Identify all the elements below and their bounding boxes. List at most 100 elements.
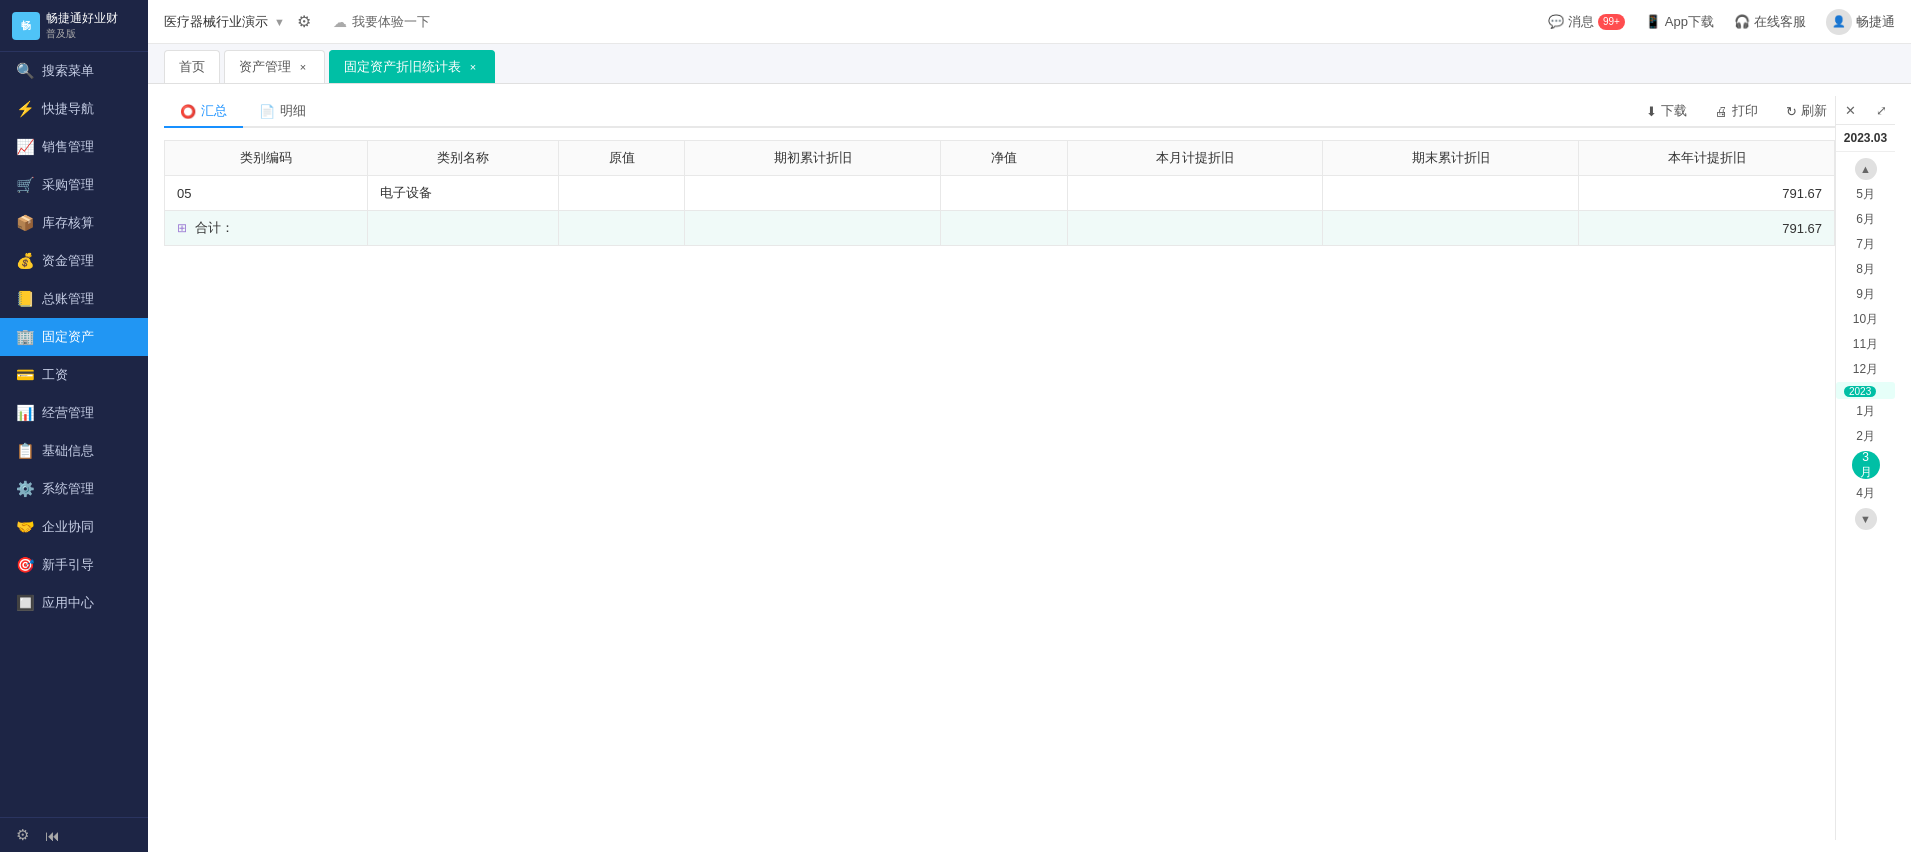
sidebar-item-operations[interactable]: 📊 经营管理 xyxy=(0,394,148,432)
guide-icon: 🎯 xyxy=(16,556,34,574)
month-7[interactable]: 7月 xyxy=(1836,232,1895,257)
subtotal-original xyxy=(558,211,685,246)
close-asset-mgmt-tab[interactable]: × xyxy=(296,60,310,74)
col-name: 类别名称 xyxy=(367,141,558,176)
month-2023-3[interactable]: 3月 xyxy=(1852,451,1880,479)
sidebar-item-salary[interactable]: 💳 工资 xyxy=(0,356,148,394)
month-10[interactable]: 10月 xyxy=(1836,307,1895,332)
collapse-icon[interactable]: ⏮ xyxy=(45,827,60,844)
sub-tab-detail[interactable]: 📄 明细 xyxy=(243,96,322,128)
messages-icon: 💬 xyxy=(1548,14,1564,29)
month-11[interactable]: 11月 xyxy=(1836,332,1895,357)
col-accum-depreciation: 期初累计折旧 xyxy=(685,141,941,176)
tab-depreciation[interactable]: 固定资产折旧统计表 × xyxy=(329,50,495,83)
app-logo-text: 畅捷通好业财 普及版 xyxy=(46,10,118,41)
download-button[interactable]: ⬇ 下载 xyxy=(1638,96,1695,126)
sidebar-item-fixed-assets[interactable]: 🏢 固定资产 xyxy=(0,318,148,356)
row-period-end-accum xyxy=(1323,176,1579,211)
sidebar-menu: 🔍 搜索菜单 ⚡ 快捷导航 📈 销售管理 🛒 采购管理 📦 库存核算 💰 资金管… xyxy=(0,52,148,817)
scroll-down-btn[interactable]: ▼ xyxy=(1855,508,1877,530)
user-profile[interactable]: 👤 畅捷通 xyxy=(1826,9,1895,35)
sidebar-item-system[interactable]: ⚙️ 系统管理 xyxy=(0,470,148,508)
row-code: 05 xyxy=(165,176,368,211)
col-original: 原值 xyxy=(558,141,685,176)
refresh-icon: ↻ xyxy=(1786,104,1797,119)
sidebar-item-guide[interactable]: 🎯 新手引导 xyxy=(0,546,148,584)
sidebar: 畅 畅捷通好业财 普及版 🔍 搜索菜单 ⚡ 快捷导航 📈 销售管理 🛒 采购管理… xyxy=(0,0,148,852)
sidebar-item-inventory[interactable]: 📦 库存核算 xyxy=(0,204,148,242)
sales-icon: 📈 xyxy=(16,138,34,156)
sidebar-item-purchase[interactable]: 🛒 采购管理 xyxy=(0,166,148,204)
month-2023-1[interactable]: 1月 xyxy=(1836,399,1895,424)
col-net-value: 净值 xyxy=(941,141,1068,176)
tab-home[interactable]: 首页 xyxy=(164,50,220,83)
avatar: 👤 xyxy=(1826,9,1852,35)
month-2023-2[interactable]: 2月 xyxy=(1836,424,1895,449)
sidebar-item-sales[interactable]: 📈 销售管理 xyxy=(0,128,148,166)
table-toolbar: ⬇ 下载 🖨 打印 ↻ 刷新 xyxy=(1638,96,1835,126)
app-logo-icon: 畅 xyxy=(12,12,40,40)
main-area: 医疗器械行业演示 ▼ ⚙ ☁ 我要体验一下 💬 消息 99+ 📱 App下载 🎧… xyxy=(148,0,1911,852)
company-selector[interactable]: 医疗器械行业演示 ▼ xyxy=(164,13,285,31)
experience-icon: ☁ xyxy=(333,14,347,30)
sidebar-item-ledger[interactable]: 📒 总账管理 xyxy=(0,280,148,318)
print-button[interactable]: 🖨 打印 xyxy=(1707,96,1766,126)
date-panel-expand[interactable]: ⤢ xyxy=(1871,100,1891,120)
summary-icon: ⭕ xyxy=(180,104,196,119)
subtotal-row: ⊞ 合计： 791.67 xyxy=(165,211,1835,246)
experience-button[interactable]: ☁ 我要体验一下 xyxy=(323,9,440,35)
date-list: ▲ 5月 6月 7月 8月 9月 10月 11月 12月 2023 1月 2月 … xyxy=(1836,152,1895,840)
month-12[interactable]: 12月 xyxy=(1836,357,1895,382)
month-5[interactable]: 5月 xyxy=(1836,182,1895,207)
company-dropdown-icon: ▼ xyxy=(274,16,285,28)
detail-icon: 📄 xyxy=(259,104,275,119)
row-name: 电子设备 xyxy=(367,176,558,211)
download-icon: ⬇ xyxy=(1646,104,1657,119)
sidebar-item-cooperation[interactable]: 🤝 企业协同 xyxy=(0,508,148,546)
messages-button[interactable]: 💬 消息 99+ xyxy=(1548,13,1625,31)
month-2023-4[interactable]: 4月 xyxy=(1836,481,1895,506)
sidebar-item-search[interactable]: 🔍 搜索菜单 xyxy=(0,52,148,90)
subtotal-accum-depreciation xyxy=(685,211,941,246)
tab-asset-mgmt[interactable]: 资产管理 × xyxy=(224,50,325,83)
year-2023-badge: 2023 xyxy=(1844,386,1876,397)
page-content: ⭕ 汇总 📄 明细 ⬇ 下载 🖨 打印 xyxy=(164,96,1835,840)
messages-badge: 99+ xyxy=(1598,14,1625,30)
topbar-settings-icon[interactable]: ⚙ xyxy=(297,12,311,31)
salary-icon: 💳 xyxy=(16,366,34,384)
month-9[interactable]: 9月 xyxy=(1836,282,1895,307)
customer-service-icon: 🎧 xyxy=(1734,14,1750,29)
month-8[interactable]: 8月 xyxy=(1836,257,1895,282)
sidebar-item-basic-info[interactable]: 📋 基础信息 xyxy=(0,432,148,470)
sub-tab-summary[interactable]: ⭕ 汇总 xyxy=(164,96,243,128)
table-container: 类别编码 类别名称 原值 期初累计折旧 净值 本月计提折旧 期末累计折旧 本年计… xyxy=(164,140,1835,246)
funds-icon: 💰 xyxy=(16,252,34,270)
date-panel-close[interactable]: ✕ xyxy=(1840,100,1860,120)
purchase-icon: 🛒 xyxy=(16,176,34,194)
month-6[interactable]: 6月 xyxy=(1836,207,1895,232)
sidebar-item-app-center[interactable]: 🔲 应用中心 xyxy=(0,584,148,622)
sidebar-logo: 畅 畅捷通好业财 普及版 xyxy=(0,0,148,52)
search-icon: 🔍 xyxy=(16,62,34,80)
depreciation-table: 类别编码 类别名称 原值 期初累计折旧 净值 本月计提折旧 期末累计折旧 本年计… xyxy=(164,140,1835,246)
sidebar-item-funds[interactable]: 💰 资金管理 xyxy=(0,242,148,280)
subtotal-net-value xyxy=(941,211,1068,246)
settings-icon[interactable]: ⚙ xyxy=(16,826,29,844)
app-download-button[interactable]: 📱 App下载 xyxy=(1645,13,1714,31)
scroll-up-btn[interactable]: ▲ xyxy=(1855,158,1877,180)
row-monthly-depreciation xyxy=(1067,176,1323,211)
company-name: 医疗器械行业演示 xyxy=(164,13,268,31)
refresh-button[interactable]: ↻ 刷新 xyxy=(1778,96,1835,126)
app-download-icon: 📱 xyxy=(1645,14,1661,29)
customer-service-button[interactable]: 🎧 在线客服 xyxy=(1734,13,1806,31)
sidebar-item-quick-nav[interactable]: ⚡ 快捷导航 xyxy=(0,90,148,128)
sidebar-bottom: ⚙ ⏮ xyxy=(0,817,148,852)
col-period-end-accum: 期末累计折旧 xyxy=(1323,141,1579,176)
sub-tabs: ⭕ 汇总 📄 明细 ⬇ 下载 🖨 打印 xyxy=(164,96,1835,128)
fixed-assets-icon: 🏢 xyxy=(16,328,34,346)
print-icon: 🖨 xyxy=(1715,104,1728,119)
table-row: 05 电子设备 791.67 xyxy=(165,176,1835,211)
subtotal-name xyxy=(367,211,558,246)
col-annual-depreciation: 本年计提折旧 xyxy=(1579,141,1835,176)
close-depreciation-tab[interactable]: × xyxy=(466,60,480,74)
